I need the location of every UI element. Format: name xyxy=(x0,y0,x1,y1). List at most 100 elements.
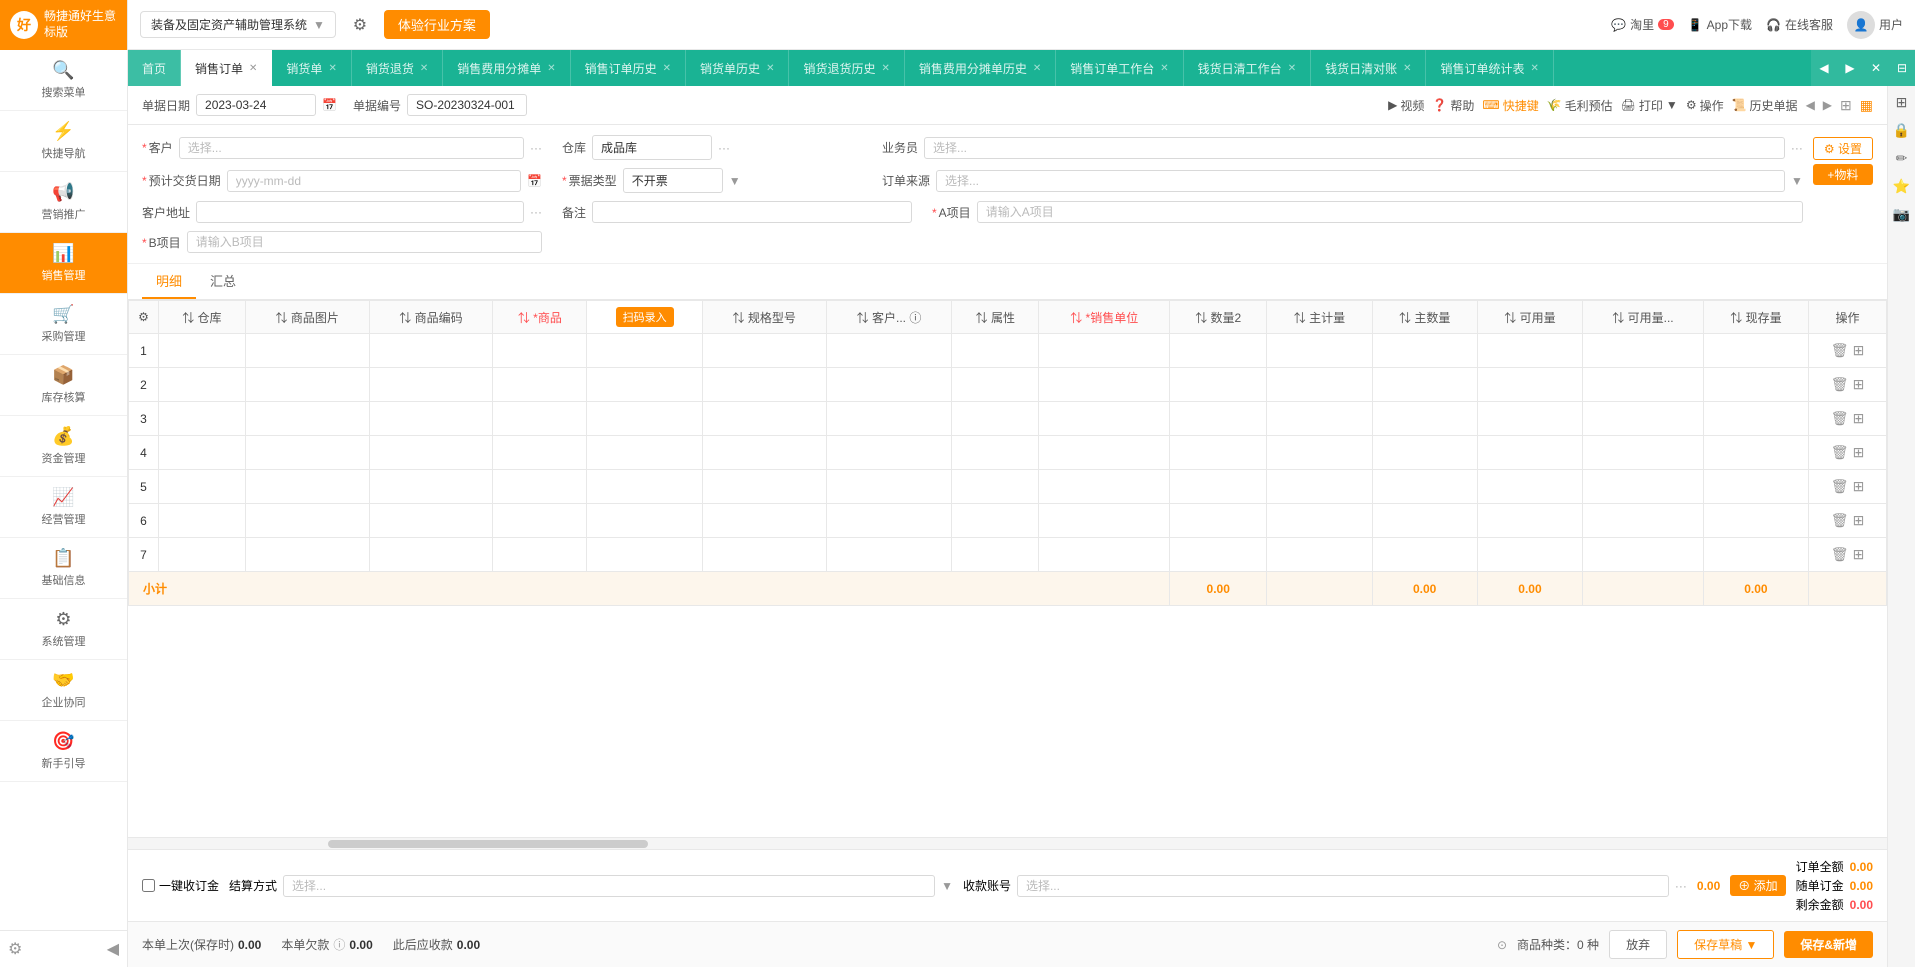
row-delete-icon-1[interactable]: 🗑 xyxy=(1831,342,1849,359)
row-available2-2[interactable] xyxy=(1583,368,1704,402)
app-selector[interactable]: 装备及固定资产辅助管理系统 ▼ xyxy=(140,11,336,38)
tab-close-12[interactable]: ✕ xyxy=(1531,63,1539,74)
row-customer-code-4[interactable] xyxy=(826,436,952,470)
row-attr-4[interactable] xyxy=(952,436,1039,470)
row-delete-icon-6[interactable]: 🗑 xyxy=(1831,512,1849,529)
table-container[interactable]: ⚙ ⇅ 仓库 ⇅ 商品图片 ⇅ 商品编码 ⇅ *商品 扫码录入 ⇅ 规格型号 ⇅… xyxy=(128,300,1887,837)
add-btn[interactable]: ⊕ 添加 xyxy=(1730,875,1785,896)
row-product-7[interactable] xyxy=(493,538,587,572)
row-attr-3[interactable] xyxy=(952,402,1039,436)
col-warehouse[interactable]: ⇅ 仓库 xyxy=(159,301,246,334)
col-available2[interactable]: ⇅ 可用量... xyxy=(1583,301,1704,334)
settings-gear-icon[interactable]: ⚙ xyxy=(346,11,374,39)
row-unit-4[interactable] xyxy=(1039,436,1170,470)
grid-icon[interactable]: ▦ xyxy=(1860,97,1873,114)
row-code-6[interactable] xyxy=(369,504,493,538)
tab-close-5[interactable]: ✕ xyxy=(663,63,671,74)
row-unit-5[interactable] xyxy=(1039,470,1170,504)
sidebar-item-10[interactable]: 🤝企业协同 xyxy=(0,660,127,721)
staff-input[interactable] xyxy=(924,137,1785,159)
row-unit-6[interactable] xyxy=(1039,504,1170,538)
order-source-arrow-icon[interactable]: ▼ xyxy=(1791,174,1803,188)
operation-btn[interactable]: ⚙ 操作 xyxy=(1686,97,1724,114)
col-available[interactable]: ⇅ 可用量 xyxy=(1477,301,1582,334)
row-delete-icon-5[interactable]: 🗑 xyxy=(1831,478,1849,495)
row-copy-icon-3[interactable]: ⊞ xyxy=(1853,410,1865,427)
customer-ellipsis[interactable]: ··· xyxy=(530,141,542,155)
row-main-unit-1[interactable] xyxy=(1267,334,1372,368)
row-available2-3[interactable] xyxy=(1583,402,1704,436)
tab-5[interactable]: 销售订单历史✕ xyxy=(571,50,686,86)
tab-close-3[interactable]: ✕ xyxy=(420,63,428,74)
sidebar-item-5[interactable]: 📦库存核算 xyxy=(0,355,127,416)
tab-close-4[interactable]: ✕ xyxy=(547,63,555,74)
sidebar-item-0[interactable]: 🔍搜索菜单 xyxy=(0,50,127,111)
row-available-6[interactable] xyxy=(1477,504,1582,538)
sidebar-settings-icon[interactable]: ⚙ xyxy=(8,939,22,959)
notification-item[interactable]: 💬 淘里 9 xyxy=(1611,16,1674,33)
row-spec-7[interactable] xyxy=(702,538,826,572)
right-panel-item-4[interactable]: ⭐ xyxy=(1890,174,1914,198)
row-code-7[interactable] xyxy=(369,538,493,572)
tab-6[interactable]: 销货单历史✕ xyxy=(686,50,789,86)
col-settings[interactable]: ⚙ xyxy=(129,301,159,334)
row-delete-icon-2[interactable]: 🗑 xyxy=(1831,376,1849,393)
row-qty2-7[interactable] xyxy=(1170,538,1267,572)
tab-close-1[interactable]: ✕ xyxy=(249,63,257,74)
row-customer-code-2[interactable] xyxy=(826,368,952,402)
row-product-3[interactable] xyxy=(493,402,587,436)
row-product-4[interactable] xyxy=(493,436,587,470)
delivery-input[interactable] xyxy=(227,170,521,192)
row-available2-7[interactable] xyxy=(1583,538,1704,572)
row-copy-icon-2[interactable]: ⊞ xyxy=(1853,376,1865,393)
row-attr-1[interactable] xyxy=(952,334,1039,368)
invoice-arrow-icon[interactable]: ▼ xyxy=(729,174,741,188)
row-available2-5[interactable] xyxy=(1583,470,1704,504)
row-available-3[interactable] xyxy=(1477,402,1582,436)
row-available-7[interactable] xyxy=(1477,538,1582,572)
settings-btn[interactable]: ⚙ 设置 xyxy=(1813,137,1873,160)
date-value[interactable]: 2023-03-24 xyxy=(196,94,316,116)
row-available-4[interactable] xyxy=(1477,436,1582,470)
row-stock-7[interactable] xyxy=(1703,538,1808,572)
row-scan-6[interactable] xyxy=(587,504,703,538)
row-delete-icon-4[interactable]: 🗑 xyxy=(1831,444,1849,461)
row-qty2-3[interactable] xyxy=(1170,402,1267,436)
row-code-3[interactable] xyxy=(369,402,493,436)
row-customer-code-7[interactable] xyxy=(826,538,952,572)
sidebar-item-7[interactable]: 📈经营管理 xyxy=(0,477,127,538)
row-attr-7[interactable] xyxy=(952,538,1039,572)
row-copy-icon-1[interactable]: ⊞ xyxy=(1853,342,1865,359)
row-scan-5[interactable] xyxy=(587,470,703,504)
tabbar-next-icon[interactable]: ▶ xyxy=(1837,50,1863,86)
row-warehouse-1[interactable] xyxy=(159,334,246,368)
row-spec-5[interactable] xyxy=(702,470,826,504)
tab-9[interactable]: 销售订单工作台✕ xyxy=(1056,50,1183,86)
scan-input-btn[interactable]: 扫码录入 xyxy=(616,307,674,327)
col-code[interactable]: ⇅ 商品编码 xyxy=(369,301,493,334)
row-code-2[interactable] xyxy=(369,368,493,402)
row-main-qty-2[interactable] xyxy=(1372,368,1477,402)
industry-btn[interactable]: 体验行业方案 xyxy=(384,10,490,39)
tab-10[interactable]: 钱货日清工作台✕ xyxy=(1184,50,1311,86)
tab-close-9[interactable]: ✕ xyxy=(1160,63,1168,74)
sidebar-item-2[interactable]: 📢营销推广 xyxy=(0,172,127,233)
tab-4[interactable]: 销售费用分摊单✕ xyxy=(443,50,570,86)
row-attr-2[interactable] xyxy=(952,368,1039,402)
warehouse-ellipsis[interactable]: ··· xyxy=(718,141,730,155)
address-input[interactable] xyxy=(196,201,524,223)
nav-next-icon[interactable]: ▶ xyxy=(1823,98,1832,112)
row-warehouse-5[interactable] xyxy=(159,470,246,504)
tab-12[interactable]: 销售订单统计表✕ xyxy=(1426,50,1553,86)
row-stock-2[interactable] xyxy=(1703,368,1808,402)
row-warehouse-3[interactable] xyxy=(159,402,246,436)
account-input[interactable] xyxy=(1017,875,1669,897)
row-warehouse-4[interactable] xyxy=(159,436,246,470)
row-main-qty-6[interactable] xyxy=(1372,504,1477,538)
row-available-1[interactable] xyxy=(1477,334,1582,368)
row-image-2[interactable] xyxy=(245,368,369,402)
save-draft-btn[interactable]: 保存草稿 ▼ xyxy=(1677,930,1774,959)
address-ellipsis[interactable]: ··· xyxy=(530,205,542,219)
payment-method-input[interactable] xyxy=(283,875,935,897)
row-main-unit-6[interactable] xyxy=(1267,504,1372,538)
